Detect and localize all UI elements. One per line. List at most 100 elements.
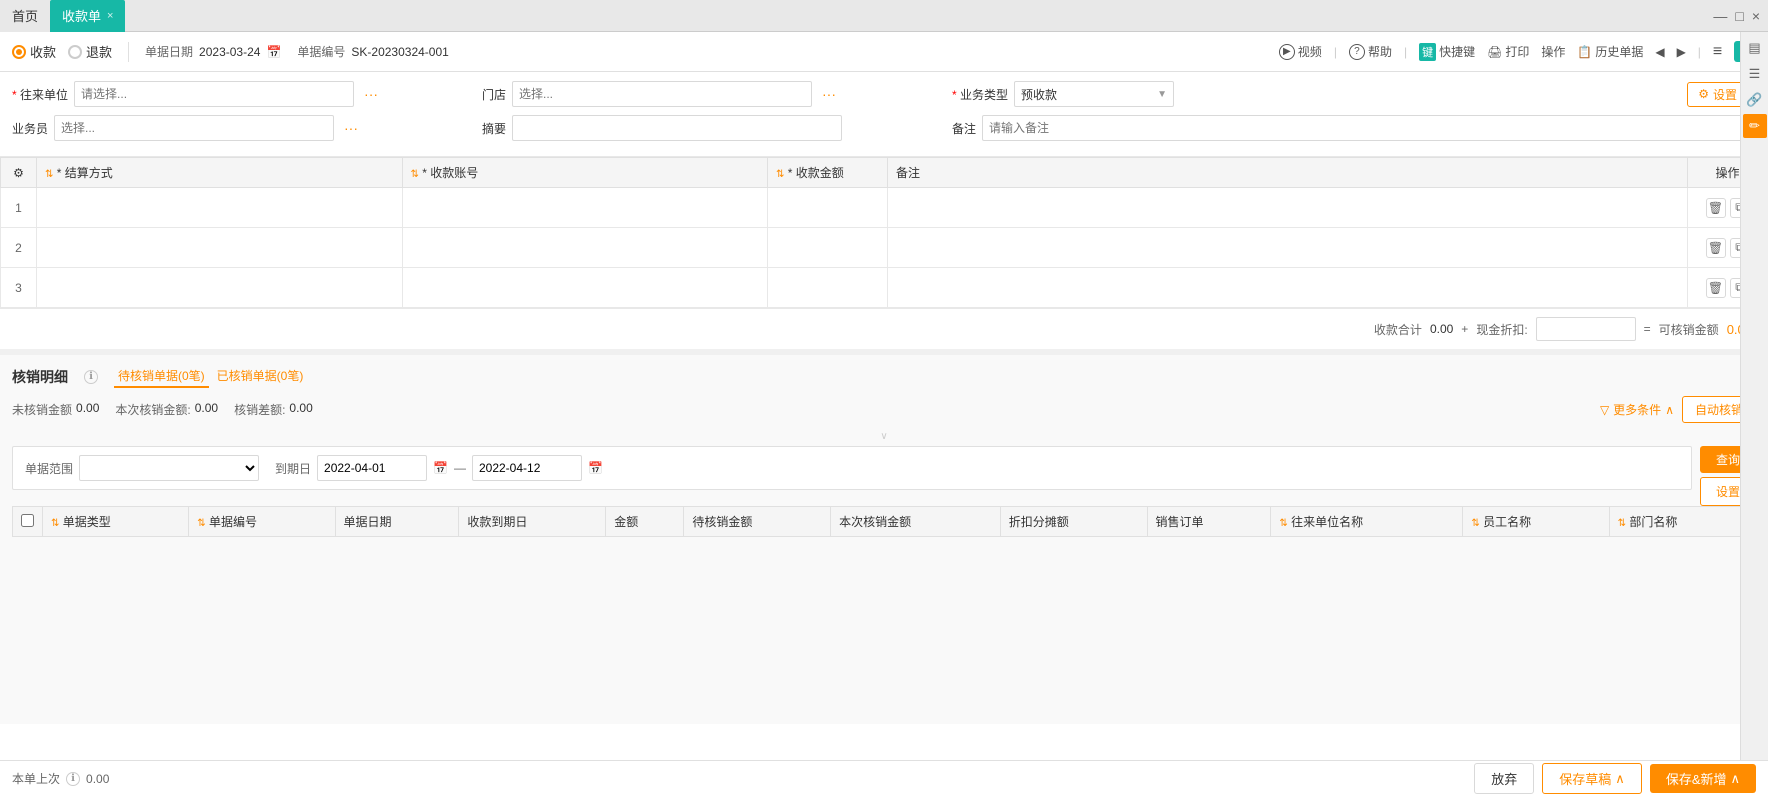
sidebar-link-icon[interactable]: 🔗	[1743, 88, 1767, 112]
doc-date-label: 单据日期	[145, 43, 193, 60]
calendar-icon[interactable]: 📅	[266, 45, 281, 59]
help-label: 帮助	[1368, 43, 1392, 60]
help-btn[interactable]: ? 帮助	[1349, 43, 1392, 60]
close-btn[interactable]: ×	[1752, 8, 1760, 24]
counterparty-input[interactable]	[74, 81, 354, 107]
video-btn[interactable]: ▶ 视频	[1279, 43, 1322, 60]
bottom-right: 放弃 保存草稿 ∧ 保存&新增 ∧	[1474, 763, 1756, 794]
cell-settlement-1[interactable]	[37, 188, 403, 228]
cell-account-1[interactable]	[402, 188, 768, 228]
verify-info-icon[interactable]: ℹ	[84, 370, 98, 384]
tab-done[interactable]: 已核销单据(0笔)	[213, 365, 308, 388]
history-btn[interactable]: 📋 历史单据	[1577, 43, 1643, 60]
summary-input[interactable]	[512, 115, 842, 141]
business-type-field: * 业务类型 预收款 ▼	[952, 81, 1312, 107]
col-due-date-label: 收款到期日	[467, 515, 527, 529]
maximize-btn[interactable]: □	[1735, 8, 1743, 24]
tab-close-icon[interactable]: ×	[107, 10, 113, 22]
nav-next-btn[interactable]: ▶	[1677, 45, 1686, 59]
cell-remark-1[interactable]	[888, 188, 1688, 228]
col-amount-label: 金额	[614, 515, 638, 529]
more-conditions-btn[interactable]: ▽ 更多条件 ∧	[1600, 401, 1674, 418]
col-doc-type: ⇅ 单据类型	[43, 507, 189, 537]
verify-filter-area: 单据范围 到期日 📅 — 📅	[12, 446, 1756, 506]
total-value: 0.00	[1430, 322, 1453, 336]
sort-staff: ⇅	[1471, 518, 1479, 529]
list-view-btn[interactable]: ≡	[1713, 43, 1722, 61]
cell-account-2[interactable]	[402, 228, 768, 268]
date-to-input[interactable]	[472, 455, 582, 481]
summary-row: 收款合计 0.00 + 现金折扣: = 可核销金额 0.00	[0, 308, 1768, 349]
equals-sign: =	[1644, 322, 1651, 336]
remark-input[interactable]	[982, 115, 1756, 141]
col-doc-date: 单据日期	[335, 507, 459, 537]
cell-remark-2[interactable]	[888, 228, 1688, 268]
settings-button[interactable]: ⚙ 设置	[1687, 82, 1748, 107]
delete-row-3-btn[interactable]: 🗑	[1706, 278, 1726, 298]
cell-amount-2[interactable]	[768, 228, 888, 268]
delete-row-2-btn[interactable]: 🗑	[1706, 238, 1726, 258]
discount-input[interactable]	[1536, 317, 1636, 341]
minimize-btn[interactable]: —	[1713, 8, 1727, 24]
form-section: * 往来单位 ··· 门店 ··· * 业务类型 预收款 ▼	[0, 72, 1768, 157]
save-new-arrow-icon: ∧	[1730, 771, 1740, 787]
col-doc-no: ⇅ 单据编号	[189, 507, 335, 537]
doc-date-field: 单据日期 2023-03-24 📅	[145, 43, 281, 60]
shortcut-btn[interactable]: 键 快捷键	[1419, 43, 1475, 61]
sidebar-edit-icon[interactable]: ✏	[1743, 114, 1767, 138]
save-draft-button[interactable]: 保存草稿 ∧	[1542, 763, 1642, 794]
calendar-from-icon[interactable]: 📅	[433, 461, 448, 475]
tab-bar: 首页 收款单 × — □ ×	[0, 0, 1768, 32]
cell-amount-3[interactable]	[768, 268, 888, 308]
table-gear-col[interactable]: ⚙	[1, 158, 37, 188]
save-new-button[interactable]: 保存&新增 ∧	[1650, 764, 1756, 793]
sort-doc-type: ⇅	[51, 518, 59, 529]
staff-more-btn[interactable]: ···	[340, 120, 362, 136]
staff-input[interactable]	[54, 115, 334, 141]
sidebar-list-icon[interactable]: ☰	[1743, 62, 1767, 86]
delete-row-1-btn[interactable]: 🗑	[1706, 198, 1726, 218]
doc-type-radio-group: 收款 退款	[12, 42, 112, 61]
abandon-button[interactable]: 放弃	[1474, 763, 1534, 794]
business-type-select[interactable]: 预收款 ▼	[1014, 81, 1174, 107]
col-settlement-label: *	[57, 166, 62, 180]
cell-account-3[interactable]	[402, 268, 768, 308]
right-sidebar: ▤ ☰ 🔗 ✏	[1740, 32, 1768, 760]
refund-radio[interactable]: 退款	[68, 42, 112, 61]
ops-label: 操作	[1541, 43, 1565, 60]
cell-settlement-3[interactable]	[37, 268, 403, 308]
verify-title: 核销明细	[12, 367, 68, 387]
ops-btn[interactable]: 操作	[1541, 43, 1565, 60]
row-num-3: 3	[1, 281, 36, 295]
shop-more-btn[interactable]: ···	[818, 86, 840, 102]
shop-input[interactable]	[512, 81, 812, 107]
verify-tabs: 待核销单据(0笔) 已核销单据(0笔)	[114, 365, 307, 388]
current-label: 本次核销金额:	[115, 401, 190, 418]
table-row: 1 🗑 ⧉	[1, 188, 1768, 228]
plus-sign: +	[1461, 322, 1468, 336]
cell-amount-1[interactable]	[768, 188, 888, 228]
range-select[interactable]	[79, 455, 259, 481]
print-btn[interactable]: 🖨 打印	[1487, 43, 1529, 60]
date-from-input[interactable]	[317, 455, 427, 481]
tab-home-label: 首页	[12, 6, 38, 25]
tab-pending[interactable]: 待核销单据(0笔)	[114, 365, 209, 388]
calendar-to-icon[interactable]: 📅	[588, 461, 603, 475]
order-info-icon[interactable]: ℹ	[66, 772, 80, 786]
data-table: ⚙ ⇅ * 结算方式 ⇅ * 收款账号 ⇅ * 收款	[0, 157, 1768, 308]
tab-receipt[interactable]: 收款单 ×	[50, 0, 125, 32]
cell-remark-3[interactable]	[888, 268, 1688, 308]
counterparty-label: * 往来单位	[12, 86, 68, 103]
receipt-radio[interactable]: 收款	[12, 42, 56, 61]
nav-prev-btn[interactable]: ◀	[1655, 45, 1664, 59]
counterparty-more-btn[interactable]: ···	[360, 86, 382, 102]
cell-settlement-2[interactable]	[37, 228, 403, 268]
doc-no-label: 单据编号	[297, 43, 345, 60]
sidebar-table-icon[interactable]: ▤	[1743, 36, 1767, 60]
sort-doc-no: ⇅	[197, 518, 205, 529]
select-all-checkbox[interactable]	[21, 514, 34, 527]
doc-date-value[interactable]: 2023-03-24	[199, 45, 260, 59]
help-icon: ?	[1349, 44, 1365, 60]
range-field: 单据范围	[25, 455, 259, 481]
tab-home[interactable]: 首页	[0, 0, 50, 32]
